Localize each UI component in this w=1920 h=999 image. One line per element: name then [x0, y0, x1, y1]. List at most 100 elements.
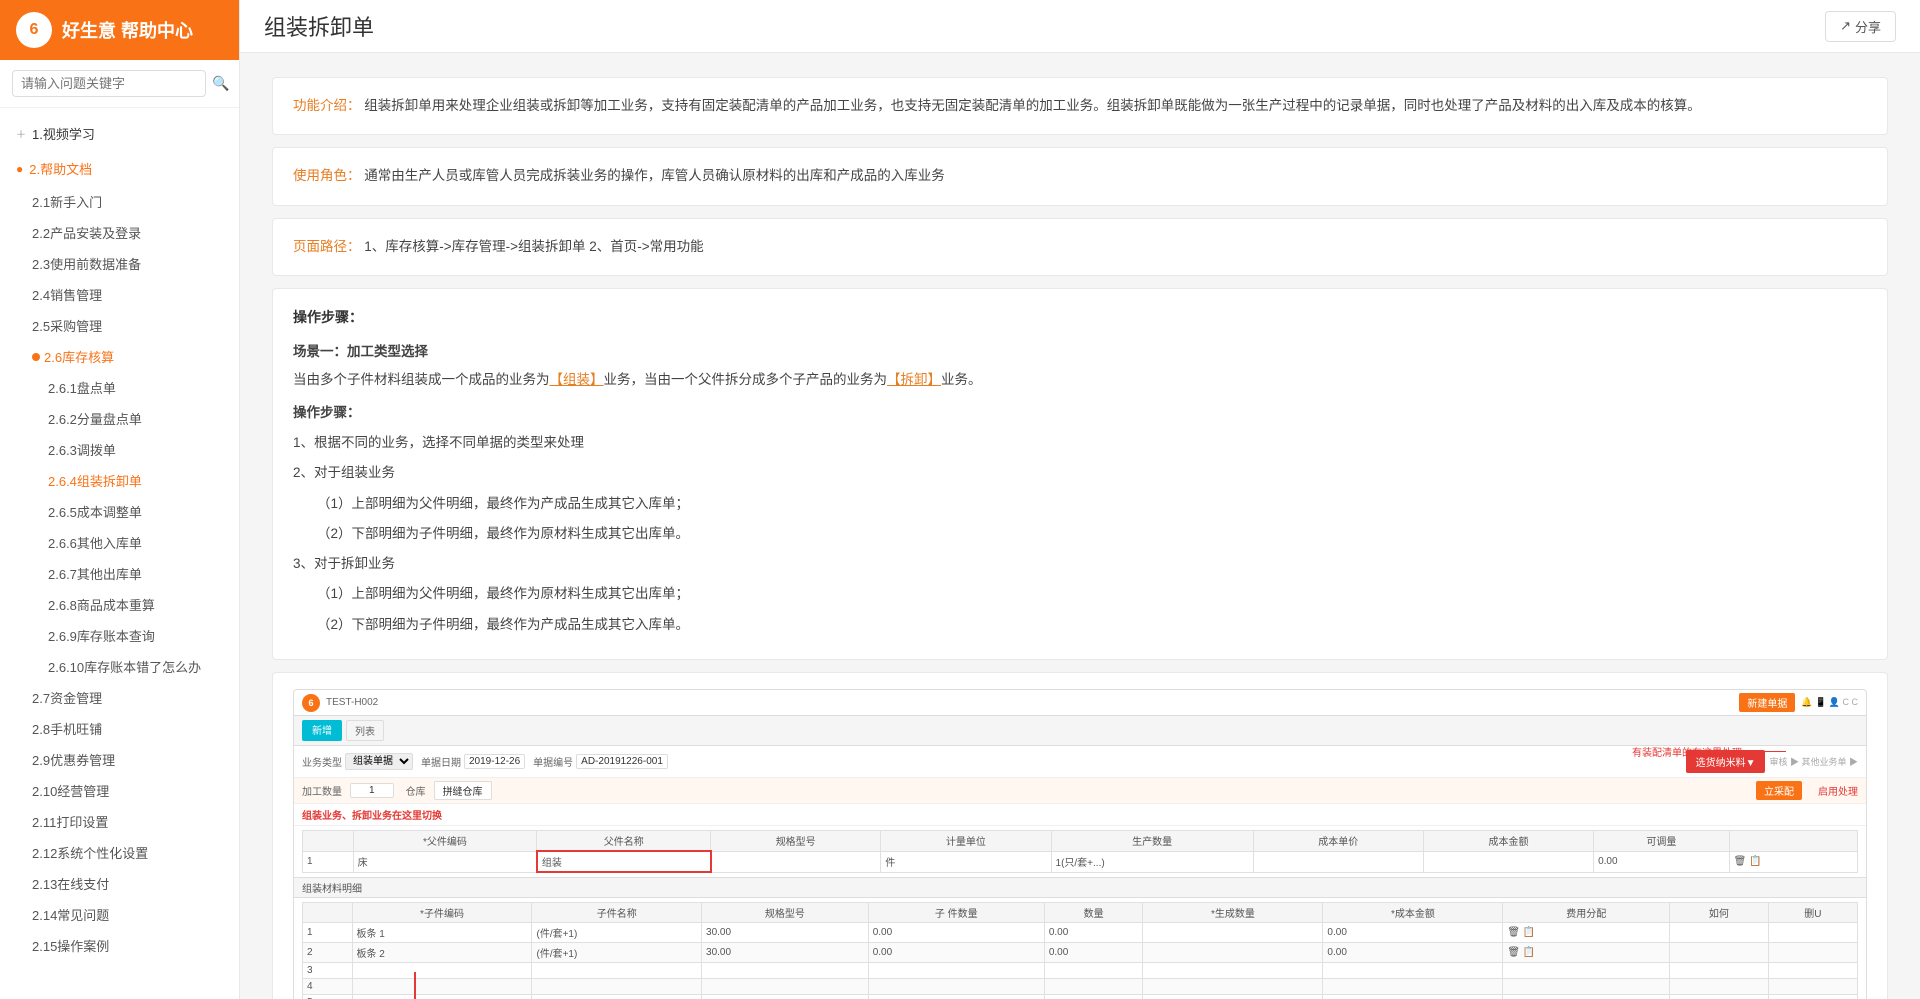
sim-sys-text: TEST-H002 — [326, 697, 378, 708]
th-avail: 可调量 — [1594, 831, 1729, 852]
sim-annotation-text-2: 组装业务、拆卸业务在这里切换 — [302, 811, 442, 822]
sim-lower-table-area: *子件编码 子件名称 规格型号 子 件数量 数量 *生成数量 *成本金额 费用分… — [294, 898, 1866, 999]
sidebar-item-pay[interactable]: 2.13在线支付 — [0, 868, 239, 899]
th-unit: 计量单位 — [881, 831, 1051, 852]
sim-wh-value: 拼缝仓库 — [434, 781, 492, 800]
sim-tab-active: 新增 — [302, 720, 342, 741]
content-area: 功能介绍： 组装拆卸单用来处理企业组装或拆卸等加工业务，支持有固定装配清单的产品… — [240, 53, 1920, 999]
share-button[interactable]: ↗ 分享 — [1825, 11, 1896, 42]
search-input[interactable] — [12, 70, 206, 97]
sim-date-label: 单据日期 — [421, 754, 461, 769]
sim-no-field: 单据编号 AD-20191226-001 — [533, 754, 668, 769]
scene1-title: 场景一：加工类型选择 — [293, 340, 1867, 364]
sim-annotation-1: 有装配清单的在这里处理 — [1632, 744, 1786, 759]
logo-icon: 6 — [16, 12, 52, 48]
step3-1: （1）上部明细为父件明细，最终作为原材料生成其它出库单； — [317, 582, 1867, 606]
step2-1: （1）上部明细为父件明细，最终作为产成品生成其它入库单； — [317, 492, 1867, 516]
minus-icon: ● — [16, 162, 23, 176]
sidebar-item-install[interactable]: 2.2产品安装及登录 — [0, 217, 239, 248]
sidebar: 6 好生意 帮助中心 🔍 ＋ 1.视频学习 ● 2.帮助文档 2.1新手入门 2… — [0, 0, 240, 999]
expand-icon: ＋ — [16, 126, 26, 141]
app-title: 好生意 帮助中心 — [62, 17, 193, 43]
sidebar-item-ops[interactable]: 2.10经营管理 — [0, 775, 239, 806]
sim-apply-btn: 立采配 — [1756, 781, 1802, 800]
sidebar-item-label: 2.帮助文档 — [29, 159, 92, 178]
feature-text: 组装拆卸单用来处理企业组装或拆卸等加工业务，支持有固定装配清单的产品加工业务，也… — [364, 98, 1701, 113]
th-qty: 生产数量 — [1051, 831, 1253, 852]
sidebar-item-help-docs[interactable]: ● 2.帮助文档 — [0, 151, 239, 186]
sim-tab-list: 列表 — [346, 720, 384, 741]
search-box: 🔍 — [0, 60, 239, 108]
sim-form-row1: 业务类型 组装单据 拆卸单据 单据日期 2019-12-26 单据编号 AD-2… — [294, 746, 1866, 778]
sidebar-item-purchase[interactable]: 2.5采购管理 — [0, 310, 239, 341]
sidebar-item-coupon[interactable]: 2.9优惠券管理 — [0, 744, 239, 775]
sidebar-item-funds[interactable]: 2.7资金管理 — [0, 682, 239, 713]
sim-no-label: 单据编号 — [533, 754, 573, 769]
sim-lower-table-label: 组装材料明细 — [294, 877, 1866, 898]
scene1-desc: 当由多个子件材料组装成一个成品的业务为【组装】业务，当由一个父件拆分成多个子产品… — [293, 368, 1867, 392]
sidebar-item-assembly[interactable]: 2.6.4组装拆卸单 — [48, 465, 239, 496]
feature-label: 功能介绍： — [293, 98, 361, 113]
sidebar-item-cost-adjust[interactable]: 2.6.5成本调整单 — [48, 496, 239, 527]
path-label: 页面路径： — [293, 239, 361, 254]
path-text: 1、库存核算->库存管理->组装拆卸单 2、首页->常用功能 — [364, 239, 703, 254]
sim-type-label: 业务类型 — [302, 754, 342, 769]
search-icon[interactable]: 🔍 — [212, 75, 229, 92]
sim-type-select[interactable]: 组装单据 拆卸单据 — [345, 753, 413, 770]
sim-arrow-line-1 — [1746, 751, 1786, 752]
nav-tree: ＋ 1.视频学习 ● 2.帮助文档 2.1新手入门 2.2产品安装及登录 2.3… — [0, 108, 239, 999]
sim-wh-label: 仓库 — [406, 783, 426, 798]
sim-qty-value: 1 — [350, 783, 394, 798]
sidebar-item-video-learning[interactable]: ＋ 1.视频学习 — [0, 116, 239, 151]
sim-tabs: 新增 列表 — [294, 716, 1866, 746]
sidebar-item-faq[interactable]: 2.14常见问题 — [0, 899, 239, 930]
main-area: 组装拆卸单 ↗ 分享 功能介绍： 组装拆卸单用来处理企业组装或拆卸等加工业务，支… — [240, 0, 1920, 999]
sidebar-item-mobile[interactable]: 2.8手机旺铺 — [0, 713, 239, 744]
sim-upper-table: *父件编码 父件名称 规格型号 计量单位 生产数量 成本单价 成本金额 可调量 — [302, 830, 1858, 873]
sim-annotation-text-3: 启用处理 — [1818, 783, 1858, 798]
sim-arrow-vert — [414, 972, 416, 999]
sidebar-item-settings[interactable]: 2.12系统个性化设置 — [0, 837, 239, 868]
sidebar-item-sales[interactable]: 2.4销售管理 — [0, 279, 239, 310]
role-label: 使用角色： — [293, 168, 361, 183]
sim-icons: 🔔 📱 👤 C C — [1801, 697, 1858, 708]
sidebar-item-cost-recalc[interactable]: 2.6.8商品成本重算 — [48, 589, 239, 620]
feature-intro-card: 功能介绍： 组装拆卸单用来处理企业组装或拆卸等加工业务，支持有固定装配清单的产品… — [272, 77, 1888, 135]
sidebar-item-data-prep[interactable]: 2.3使用前数据准备 — [0, 248, 239, 279]
sidebar-item-newbie[interactable]: 2.1新手入门 — [0, 186, 239, 217]
sidebar-item-stocktake[interactable]: 2.6.1盘点单 — [48, 372, 239, 403]
sidebar-submenu: 2.6.1盘点单 2.6.2分量盘点单 2.6.3调拨单 2.6.4组装拆卸单 … — [0, 372, 239, 682]
sim-middle-row: 加工数量 1 仓库 拼缝仓库 立采配 启用处理 — [294, 778, 1866, 804]
step3-2: （2）下部明细为子件明细，最终作为产成品生成其它入库单。 — [317, 613, 1867, 637]
step1: 1、根据不同的业务，选择不同单据的类型来处理 — [293, 431, 1867, 455]
th-op — [1729, 831, 1857, 852]
th-cost-total: 成本金额 — [1423, 831, 1593, 852]
sim-lower-row-1: 1 板条 1 (件/套+1) 30.00 0.00 0.00 0.00 🗑 📋 — [303, 923, 1858, 943]
sidebar-item-transfer[interactable]: 2.6.3调拨单 — [48, 434, 239, 465]
sim-no-value: AD-20191226-001 — [576, 754, 668, 769]
steps-card: 操作步骤： 场景一：加工类型选择 当由多个子件材料组装成一个成品的业务为【组装】… — [272, 288, 1888, 660]
page-title: 组装拆卸单 — [264, 10, 374, 42]
sidebar-item-cases[interactable]: 2.15操作案例 — [0, 930, 239, 961]
sim-topbar: 6 TEST-H002 新建单据 🔔 📱 👤 C C — [294, 690, 1866, 716]
sidebar-item-ledger-fix[interactable]: 2.6.10库存账本错了怎么办 — [48, 651, 239, 682]
sim-type-selector: 业务类型 组装单据 拆卸单据 — [302, 753, 413, 770]
sidebar-item-other-in[interactable]: 2.6.6其他入库单 — [48, 527, 239, 558]
step2-2: （2）下部明细为子件明细，最终作为原材料生成其它出库单。 — [317, 522, 1867, 546]
sidebar-item-stocktake-sub[interactable]: 2.6.2分量盘点单 — [48, 403, 239, 434]
sim-date-field: 单据日期 2019-12-26 — [421, 754, 525, 769]
sidebar-item-other-out[interactable]: 2.6.7其他出库单 — [48, 558, 239, 589]
sim-upper-table-area: *父件编码 父件名称 规格型号 计量单位 生产数量 成本单价 成本金额 可调量 — [294, 826, 1866, 877]
sim-table-row-1: 1 床 组装 件 1(只/套+...) 0.00 🗑 📋 — [303, 851, 1858, 872]
sim-annotation-4: 无固定清单可以继续在这里录入 — [414, 972, 554, 999]
th-cost: 成本单价 — [1253, 831, 1423, 852]
path-intro-card: 页面路径： 1、库存核算->库存管理->组装拆卸单 2、首页->常用功能 — [272, 218, 1888, 276]
sidebar-item-inventory[interactable]: 2.6库存核算 — [0, 341, 239, 372]
sidebar-item-print[interactable]: 2.11打印设置 — [0, 806, 239, 837]
sidebar-item-ledger-query[interactable]: 2.6.9库存账本查询 — [48, 620, 239, 651]
sim-qty-label: 加工数量 — [302, 783, 342, 798]
screenshot-card: 6 TEST-H002 新建单据 🔔 📱 👤 C C 新增 列表 业务类型 — [272, 672, 1888, 999]
screenshot-image: 6 TEST-H002 新建单据 🔔 📱 👤 C C 新增 列表 业务类型 — [293, 689, 1867, 999]
th-goods-code: *父件编码 — [353, 831, 537, 852]
topbar: 组装拆卸单 ↗ 分享 — [240, 0, 1920, 53]
